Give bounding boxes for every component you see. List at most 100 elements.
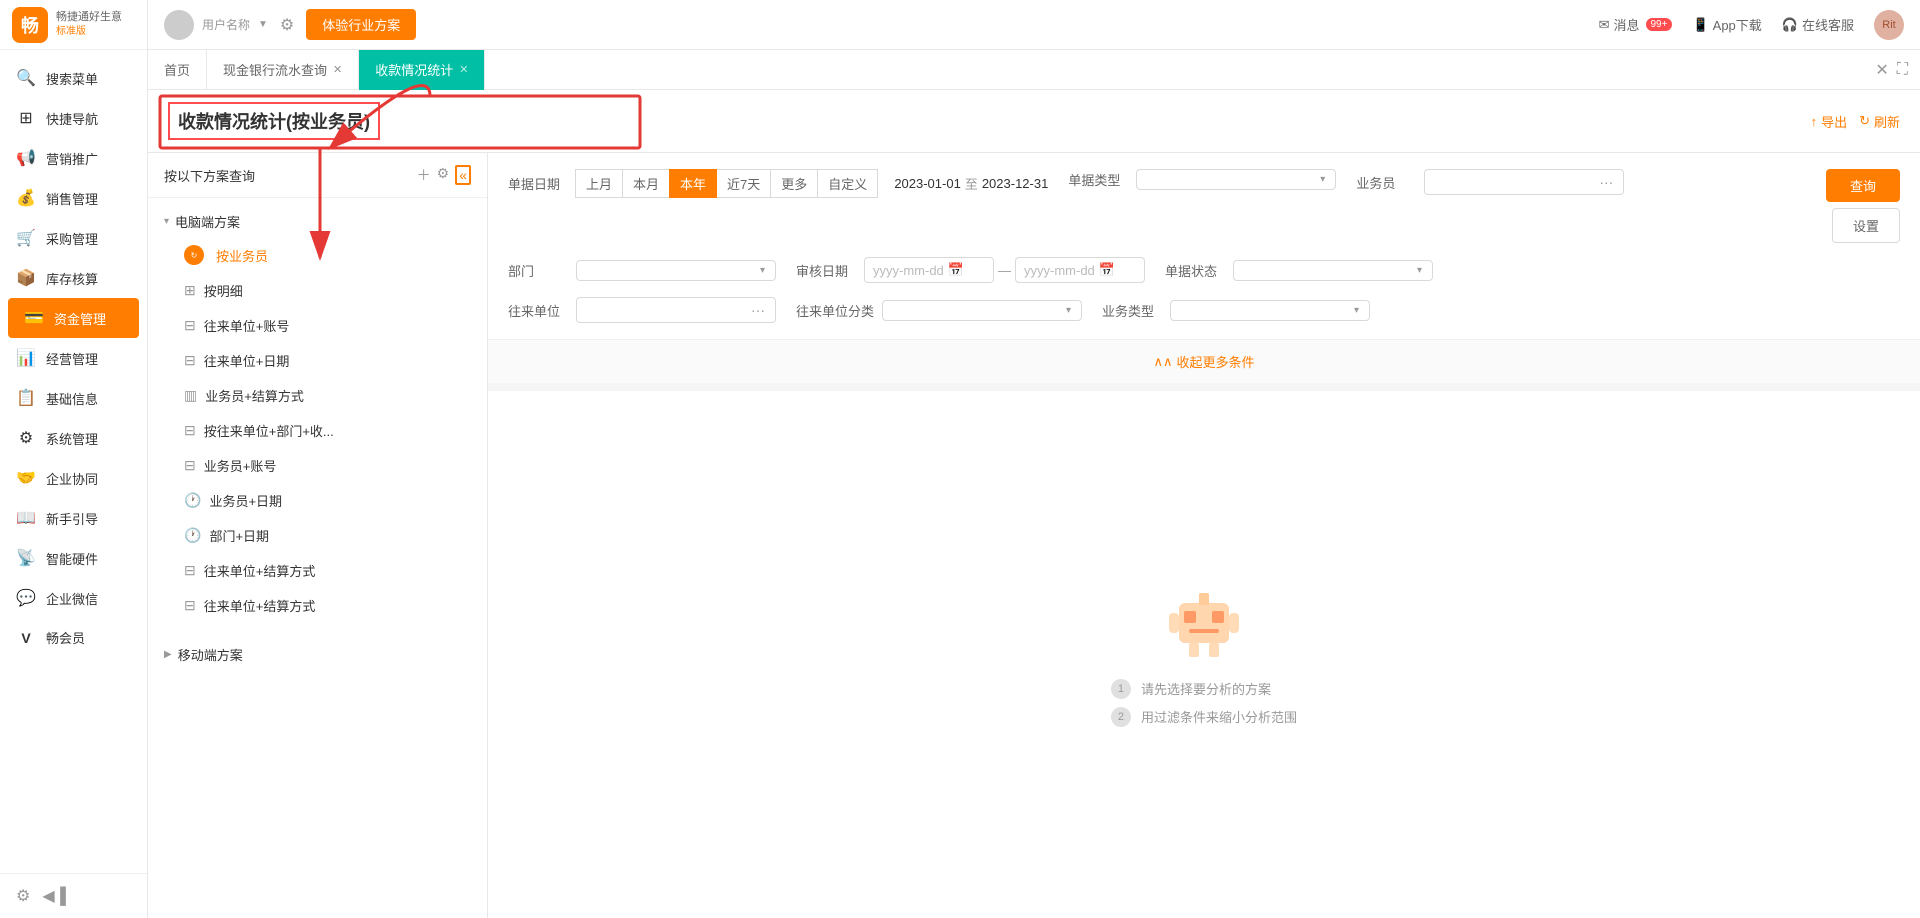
left-panel-settings-icon[interactable]: ⚙ <box>437 165 450 185</box>
date-tab-7days[interactable]: 近7天 <box>716 169 771 198</box>
voucher-type-label: 单据类型 <box>1068 170 1128 189</box>
sidebar: 畅 畅捷通好生意 标准版 🔍 搜索菜单 ⊞ 快捷导航 📢 营销推广 💰 销售管理… <box>0 0 148 918</box>
refresh-btn[interactable]: ↻ 刷新 <box>1859 112 1900 131</box>
content-area: 按以下方案查询 ＋ ⚙ « ▾ 电脑端方案 ↻ 按业务员 <box>148 153 1920 918</box>
enterprise-icon: 🤝 <box>16 468 36 488</box>
scheme-item-partner-settle2[interactable]: ⊟ 往来单位+结算方式 <box>148 588 487 623</box>
partner-settle2-icon: ⊟ <box>184 597 196 614</box>
biz-type-arrow: ▾ <box>1354 305 1359 316</box>
scheme-item-partner-account[interactable]: ⊟ 往来单位+账号 <box>148 308 487 343</box>
scheme-item-salesperson-date[interactable]: 🕐 业务员+日期 <box>148 483 487 518</box>
partner-settle1-icon: ⊟ <box>184 562 196 579</box>
audit-date-end[interactable]: yyyy-mm-dd 📅 <box>1015 257 1145 283</box>
date-tab-this-year[interactable]: 本年 <box>669 169 717 198</box>
dept-label: 部门 <box>508 261 568 280</box>
user-dropdown-arrow[interactable]: ▼ <box>258 19 268 30</box>
tab-expand-icon[interactable]: ⛶ <box>1897 61 1908 79</box>
placeholder-image <box>1164 583 1244 663</box>
biz-type-label: 业务类型 <box>1102 301 1162 320</box>
voucher-status-label: 单据状态 <box>1165 261 1225 280</box>
salesperson-more-dots[interactable]: ··· <box>1599 174 1613 190</box>
message-btn[interactable]: ✉ 消息 99+ <box>1599 15 1673 34</box>
dept-date-icon: 🕐 <box>184 527 201 544</box>
scheme-item-dept-date[interactable]: 🕐 部门+日期 <box>148 518 487 553</box>
audit-start-cal-icon: 📅 <box>948 262 964 278</box>
tab-collection-stats[interactable]: 收款情况统计 ✕ <box>359 50 485 90</box>
sidebar-footer: ⚙ ◀▐ <box>0 873 147 918</box>
partner-category-dropdown[interactable]: ▾ <box>882 300 1082 321</box>
sidebar-item-enterprise[interactable]: 🤝 企业协同 <box>0 458 147 498</box>
sidebar-item-guide[interactable]: 📖 新手引导 <box>0 498 147 538</box>
scheme-item-salesperson-settle[interactable]: ▥ 业务员+结算方式 <box>148 378 487 413</box>
tab-controls: ✕ ⛶ <box>1875 60 1920 80</box>
collapse-bar[interactable]: ∧∧ 收起更多条件 <box>488 339 1920 383</box>
guide-icon: 📖 <box>16 508 36 528</box>
partner-dropdown[interactable]: ··· <box>576 297 776 323</box>
scheme-item-partner-dept[interactable]: ⊟ 按往来单位+部门+收... <box>148 413 487 448</box>
partner-dept-icon: ⊟ <box>184 422 196 439</box>
mobile-group-arrow: ▶ <box>164 649 172 660</box>
sidebar-item-system[interactable]: ⚙ 系统管理 <box>0 418 147 458</box>
tab-cash-bank-close[interactable]: ✕ <box>333 63 342 76</box>
export-btn[interactable]: ↑ 导出 <box>1811 112 1848 131</box>
sidebar-item-quick-nav[interactable]: ⊞ 快捷导航 <box>0 98 147 138</box>
date-range-start: 2023-01-01 <box>894 176 961 191</box>
partner-more-dots[interactable]: ··· <box>751 302 765 318</box>
wechat-icon: 💬 <box>16 588 36 608</box>
biz-type-dropdown[interactable]: ▾ <box>1170 300 1370 321</box>
sidebar-item-member[interactable]: V 畅会员 <box>0 618 147 657</box>
scheme-group-mobile-header[interactable]: ▶ 移动端方案 <box>148 639 487 670</box>
page-header: 收款情况统计(按业务员) ↑ 导出 ↻ 刷新 <box>148 90 1920 153</box>
data-placeholder: 1 请先选择要分析的方案 2 用过滤条件来缩小分析范围 <box>1111 583 1297 727</box>
date-tab-last-month[interactable]: 上月 <box>575 169 623 198</box>
scheme-group-desktop-header[interactable]: ▾ 电脑端方案 <box>148 206 487 237</box>
online-service-btn[interactable]: 🎧 在线客服 <box>1782 15 1854 34</box>
salesperson-dropdown[interactable]: ··· <box>1424 169 1624 195</box>
tab-close-icon[interactable]: ✕ <box>1875 60 1888 80</box>
scheme-item-by-salesperson[interactable]: ↻ 按业务员 <box>148 237 487 273</box>
left-panel-add-icon[interactable]: ＋ <box>417 165 431 185</box>
scheme-item-salesperson-account[interactable]: ⊟ 业务员+账号 <box>148 448 487 483</box>
partner-category-label: 往来单位分类 <box>796 301 874 320</box>
sidebar-item-purchase[interactable]: 🛒 采购管理 <box>0 218 147 258</box>
sidebar-item-inventory[interactable]: 📦 库存核算 <box>0 258 147 298</box>
scheme-item-partner-settle1[interactable]: ⊟ 往来单位+结算方式 <box>148 553 487 588</box>
sidebar-item-marketing[interactable]: 📢 营销推广 <box>0 138 147 178</box>
dept-dropdown[interactable]: ▾ <box>576 260 776 281</box>
date-tab-more[interactable]: 更多 <box>770 169 818 198</box>
sidebar-item-finance[interactable]: 💳 资金管理 <box>8 298 139 338</box>
collapse-sidebar-icon[interactable]: ◀▐ <box>42 886 66 906</box>
query-btn[interactable]: 查询 <box>1826 169 1900 202</box>
header-gear-icon[interactable]: ⚙ <box>280 15 294 35</box>
date-tab-custom[interactable]: 自定义 <box>817 169 878 198</box>
date-tab-this-month[interactable]: 本月 <box>622 169 670 198</box>
partner-account-icon: ⊟ <box>184 317 196 334</box>
scheme-item-by-detail[interactable]: ⊞ 按明细 <box>148 273 487 308</box>
sidebar-item-search-menu[interactable]: 🔍 搜索菜单 <box>0 58 147 98</box>
voucher-status-dropdown[interactable]: ▾ <box>1233 260 1433 281</box>
voucher-type-dropdown[interactable]: ▾ <box>1136 169 1336 190</box>
sidebar-item-wechat[interactable]: 💬 企业微信 <box>0 578 147 618</box>
salesperson-settle-icon: ▥ <box>184 387 197 404</box>
tab-collection-stats-close[interactable]: ✕ <box>459 63 468 76</box>
sidebar-item-base-info[interactable]: 📋 基础信息 <box>0 378 147 418</box>
app-download-btn[interactable]: 📱 App下载 <box>1692 15 1761 34</box>
trial-btn[interactable]: 体验行业方案 <box>306 9 416 40</box>
tab-cash-bank[interactable]: 现金银行流水查询 ✕ <box>207 50 359 90</box>
step-2-num: 2 <box>1111 707 1131 727</box>
voucher-type-arrow: ▾ <box>1320 174 1325 185</box>
sidebar-item-sales[interactable]: 💰 销售管理 <box>0 178 147 218</box>
user-right-avatar[interactable]: Rit <box>1874 10 1904 40</box>
settings-btn[interactable]: 设置 <box>1832 208 1900 243</box>
scheme-item-partner-date[interactable]: ⊟ 往来单位+日期 <box>148 343 487 378</box>
sidebar-logo: 畅 畅捷通好生意 标准版 <box>0 0 147 50</box>
left-panel-collapse-icon[interactable]: « <box>455 165 471 185</box>
tab-home[interactable]: 首页 <box>148 50 207 90</box>
inventory-icon: 📦 <box>16 268 36 288</box>
export-icon: ↑ <box>1811 114 1818 129</box>
sidebar-item-smart-hw[interactable]: 📡 智能硬件 <box>0 538 147 578</box>
sidebar-item-business[interactable]: 📊 经营管理 <box>0 338 147 378</box>
audit-date-start[interactable]: yyyy-mm-dd 📅 <box>864 257 994 283</box>
left-panel: 按以下方案查询 ＋ ⚙ « ▾ 电脑端方案 ↻ 按业务员 <box>148 153 488 918</box>
settings-footer-icon[interactable]: ⚙ <box>16 886 30 906</box>
